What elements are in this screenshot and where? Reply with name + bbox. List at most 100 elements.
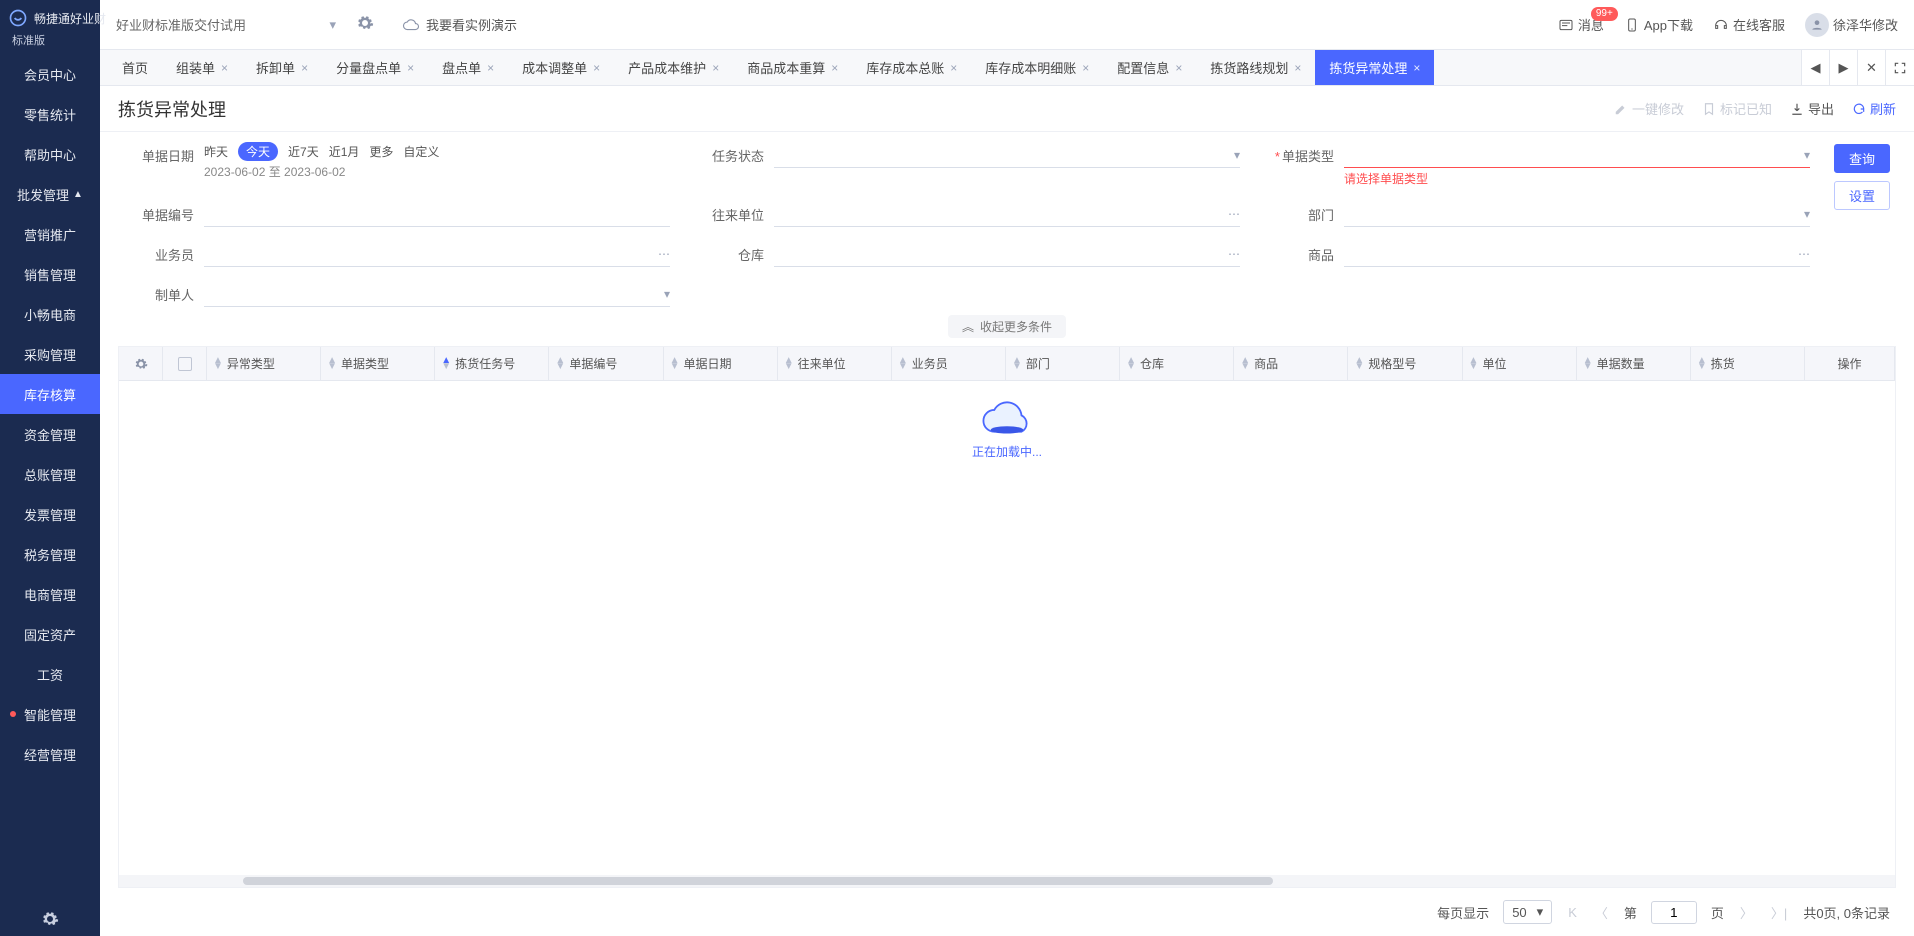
close-icon[interactable]: × xyxy=(1413,61,1420,75)
sidebar-item-15[interactable]: 工资 xyxy=(0,654,100,694)
date-option[interactable]: 更多 xyxy=(369,143,393,160)
page-last[interactable]: 〉| xyxy=(1769,903,1789,922)
demo-link[interactable]: 我要看实例演示 xyxy=(402,15,517,34)
table-column-header[interactable]: ▲▼异常类型 xyxy=(207,347,321,380)
sidebar-item-8[interactable]: 库存核算 xyxy=(0,374,100,414)
table-column-header[interactable]: ▲▼商品 xyxy=(1234,347,1348,380)
sidebar-item-10[interactable]: 总账管理 xyxy=(0,454,100,494)
page-prev[interactable]: 〈 xyxy=(1593,903,1610,922)
date-option[interactable]: 昨天 xyxy=(204,143,228,160)
select-all-checkbox[interactable] xyxy=(163,347,207,380)
salesman-select[interactable]: ⋯ xyxy=(204,241,670,267)
header-settings-button[interactable] xyxy=(356,14,374,35)
page-input[interactable] xyxy=(1651,901,1697,924)
table-column-header[interactable]: ▲▼单据编号 xyxy=(549,347,663,380)
horizontal-scrollbar[interactable] xyxy=(119,875,1895,887)
sidebar-item-12[interactable]: 税务管理 xyxy=(0,534,100,574)
tab-scroll-left[interactable]: ◀ xyxy=(1802,50,1830,85)
export-button[interactable]: 导出 xyxy=(1790,99,1834,118)
column-settings-button[interactable] xyxy=(119,347,163,380)
sidebar-item-4[interactable]: 营销推广 xyxy=(0,214,100,254)
date-option[interactable]: 自定义 xyxy=(403,143,439,160)
sidebar-item-13[interactable]: 电商管理 xyxy=(0,574,100,614)
sidebar-item-0[interactable]: 会员中心 xyxy=(0,54,100,94)
close-icon[interactable]: × xyxy=(1294,61,1301,75)
table-column-header[interactable]: ▲▼部门 xyxy=(1006,347,1120,380)
sidebar-item-2[interactable]: 帮助中心 xyxy=(0,134,100,174)
table-column-header[interactable]: ▲▼拣货 xyxy=(1691,347,1805,380)
refresh-button[interactable]: 刷新 xyxy=(1852,99,1896,118)
close-icon[interactable]: × xyxy=(831,61,838,75)
close-icon[interactable]: × xyxy=(593,61,600,75)
date-option[interactable]: 近7天 xyxy=(288,143,319,160)
doc-type-select[interactable]: ▾ xyxy=(1344,142,1810,168)
table-column-header[interactable]: ▲▼单据类型 xyxy=(321,347,435,380)
product-select[interactable]: ⋯ xyxy=(1344,241,1810,267)
sidebar-item-1[interactable]: 零售统计 xyxy=(0,94,100,134)
tab-close-all[interactable]: ✕ xyxy=(1858,50,1886,85)
support-button[interactable]: 在线客服 xyxy=(1713,15,1785,34)
tab-scroll-right[interactable]: ▶ xyxy=(1830,50,1858,85)
close-icon[interactable]: × xyxy=(1175,61,1182,75)
sidebar-item-14[interactable]: 固定资产 xyxy=(0,614,100,654)
tab-0[interactable]: 首页 xyxy=(108,50,162,85)
warehouse-select[interactable]: ⋯ xyxy=(774,241,1240,267)
close-icon[interactable]: × xyxy=(301,61,308,75)
table-column-header[interactable]: ▲▼仓库 xyxy=(1120,347,1234,380)
table-column-header[interactable]: ▲▼单据数量 xyxy=(1577,347,1691,380)
settings-button[interactable]: 设置 xyxy=(1834,181,1890,210)
task-status-select[interactable]: ▾ xyxy=(774,142,1240,168)
tab-6[interactable]: 产品成本维护× xyxy=(614,50,733,85)
tab-7[interactable]: 商品成本重算× xyxy=(733,50,852,85)
date-option[interactable]: 近1月 xyxy=(329,143,360,160)
filter-label: 制单人 xyxy=(124,281,194,304)
sidebar-item-7[interactable]: 采购管理 xyxy=(0,334,100,374)
fullscreen-button[interactable] xyxy=(1886,50,1914,85)
table-column-header[interactable]: ▲▼往来单位 xyxy=(778,347,892,380)
table-column-header[interactable]: ▲▼规格型号 xyxy=(1348,347,1462,380)
sidebar-item-5[interactable]: 销售管理 xyxy=(0,254,100,294)
date-option[interactable]: 今天 xyxy=(238,142,278,161)
close-icon[interactable]: × xyxy=(407,61,414,75)
tab-4[interactable]: 盘点单× xyxy=(428,50,508,85)
app-download-button[interactable]: App下载 xyxy=(1624,15,1693,34)
sidebar-settings-button[interactable] xyxy=(0,910,100,928)
notifications-button[interactable]: 消息 99+ xyxy=(1558,15,1604,34)
page-next[interactable]: 〉 xyxy=(1738,903,1755,922)
tab-8[interactable]: 库存成本总账× xyxy=(852,50,971,85)
per-page-select[interactable]: 50 ▾ xyxy=(1503,900,1552,924)
sidebar-item-6[interactable]: 小畅电商 xyxy=(0,294,100,334)
collapse-filters-button[interactable]: ︽ 收起更多条件 xyxy=(948,315,1066,338)
sidebar-item-17[interactable]: 经营管理 xyxy=(0,734,100,774)
scrollbar-thumb[interactable] xyxy=(243,877,1273,885)
close-icon[interactable]: × xyxy=(950,61,957,75)
sidebar-item-11[interactable]: 发票管理 xyxy=(0,494,100,534)
page-first[interactable]: K xyxy=(1566,905,1579,920)
sidebar-item-16[interactable]: 智能管理 xyxy=(0,694,100,734)
tab-3[interactable]: 分量盘点单× xyxy=(322,50,428,85)
tab-1[interactable]: 组装单× xyxy=(162,50,242,85)
search-button[interactable]: 查询 xyxy=(1834,144,1890,173)
sidebar-item-9[interactable]: 资金管理 xyxy=(0,414,100,454)
tab-5[interactable]: 成本调整单× xyxy=(508,50,614,85)
close-icon[interactable]: × xyxy=(221,61,228,75)
sidebar-item-3[interactable]: 批发管理▲ xyxy=(0,174,100,214)
partner-select[interactable]: ⋯ xyxy=(774,201,1240,227)
table-column-header[interactable]: ▲▼单据日期 xyxy=(664,347,778,380)
tab-11[interactable]: 拣货路线规划× xyxy=(1196,50,1315,85)
tab-10[interactable]: 配置信息× xyxy=(1103,50,1196,85)
table-column-header[interactable]: ▲▼拣货任务号 xyxy=(435,347,549,380)
product-selector[interactable]: 好业财标准版交付试用 ▾ xyxy=(116,15,336,34)
close-icon[interactable]: × xyxy=(487,61,494,75)
tab-9[interactable]: 库存成本明细账× xyxy=(971,50,1103,85)
doc-no-input[interactable] xyxy=(204,201,670,227)
maker-select[interactable]: ▾ xyxy=(204,281,670,307)
tab-2[interactable]: 拆卸单× xyxy=(242,50,322,85)
tab-12[interactable]: 拣货异常处理× xyxy=(1315,50,1434,85)
table-column-header[interactable]: ▲▼单位 xyxy=(1463,347,1577,380)
close-icon[interactable]: × xyxy=(712,61,719,75)
department-select[interactable]: ▾ xyxy=(1344,201,1810,227)
table-column-header[interactable]: ▲▼业务员 xyxy=(892,347,1006,380)
user-menu[interactable]: 徐泽华修改 xyxy=(1805,13,1898,37)
close-icon[interactable]: × xyxy=(1082,61,1089,75)
